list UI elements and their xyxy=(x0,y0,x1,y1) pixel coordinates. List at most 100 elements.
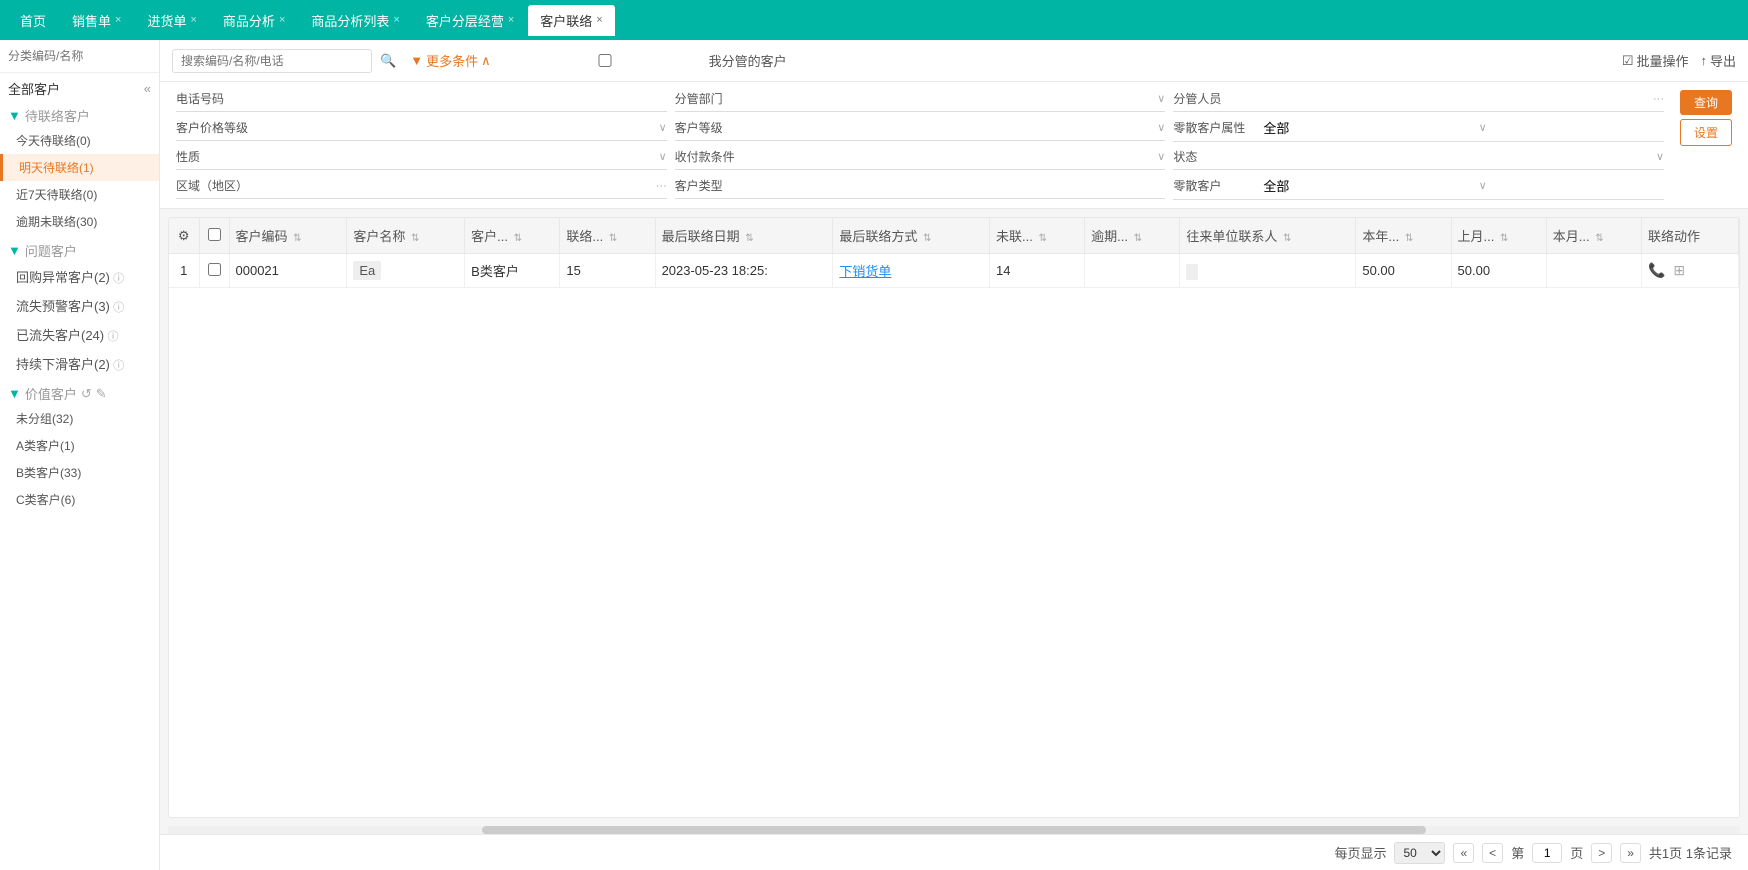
next-page-btn[interactable]: > xyxy=(1591,843,1612,863)
region-more-icon[interactable]: ··· xyxy=(656,180,667,192)
scrollbar-thumb[interactable] xyxy=(482,826,1425,834)
sidebar-item-week[interactable]: 近7天待联络(0) xyxy=(0,181,159,208)
close-customer-tier-icon[interactable]: × xyxy=(508,14,514,26)
sort-contacts-person-icon: ⇅ xyxy=(1283,233,1291,244)
filter-scattered-attr-input[interactable] xyxy=(1295,121,1472,135)
col-action: 联络动作 xyxy=(1641,218,1738,254)
col-last-method[interactable]: 最后联络方式 ⇅ xyxy=(833,218,990,254)
filter-scattered-attr-value: 全部 xyxy=(1263,118,1289,137)
col-overdue[interactable]: 逾期... ⇅ xyxy=(1085,218,1180,254)
value-customers-group: ▼ 价值客户 ↺ ✎ xyxy=(0,378,159,405)
sidebar-item-class-c[interactable]: C类客户(6) xyxy=(0,486,159,513)
total-info: 共1页 1条记录 xyxy=(1649,843,1732,862)
payment-dropdown-icon[interactable]: ∨ xyxy=(1157,150,1165,163)
setting-button[interactable]: 设置 xyxy=(1680,119,1732,146)
close-sales-icon[interactable]: × xyxy=(115,14,121,26)
dept-dropdown-icon[interactable]: ∨ xyxy=(1157,92,1165,105)
sidebar-item-declining[interactable]: 持续下滑客户(2) ⓘ xyxy=(0,349,159,378)
sidebar-item-repurchase[interactable]: 回购异常客户(2) ⓘ xyxy=(0,262,159,291)
more-filter-btn[interactable]: ▼ 更多条件 ∧ xyxy=(404,47,496,74)
col-code[interactable]: 客户编码 ⇅ xyxy=(229,218,347,254)
col-this-month[interactable]: 本月... ⇅ xyxy=(1546,218,1641,254)
nav-analysis[interactable]: 商品分析 × xyxy=(211,5,297,36)
close-analysis-list-icon[interactable]: × xyxy=(393,14,399,26)
filter-payment-input[interactable] xyxy=(761,150,1152,164)
sidebar-item-overdue[interactable]: 逾期未联络(30) xyxy=(0,208,159,235)
horizontal-scrollbar[interactable] xyxy=(168,826,1740,834)
sidebar-item-class-a[interactable]: A类客户(1) xyxy=(0,432,159,459)
select-all-checkbox[interactable] xyxy=(208,228,221,241)
all-customers-section[interactable]: 全部客户 « xyxy=(0,73,159,100)
nav-customer-contact[interactable]: 客户联络 × xyxy=(528,5,614,36)
sidebar-item-tomorrow[interactable]: 明天待联络(1) xyxy=(0,154,159,181)
person-more-icon[interactable]: ··· xyxy=(1653,93,1664,105)
filter-scattered-customer-input[interactable] xyxy=(1295,179,1472,193)
filter-scattered-customer-label: 零散客户 xyxy=(1173,177,1253,194)
status-dropdown-icon[interactable]: ∨ xyxy=(1656,150,1664,163)
my-customers-checkbox[interactable] xyxy=(505,54,705,67)
edit-value-icon[interactable]: ✎ xyxy=(96,386,107,402)
prev-page-btn[interactable]: < xyxy=(1482,843,1503,863)
sidebar-item-today[interactable]: 今天待联络(0) xyxy=(0,127,159,154)
nav-analysis-list[interactable]: 商品分析列表 × xyxy=(299,5,411,36)
row-select-checkbox[interactable] xyxy=(208,263,221,276)
col-contacts-person[interactable]: 往来单位联系人 ⇅ xyxy=(1180,218,1356,254)
close-analysis-icon[interactable]: × xyxy=(279,14,285,26)
price-level-dropdown-icon[interactable]: ∨ xyxy=(659,121,667,134)
page-input[interactable] xyxy=(1532,843,1562,863)
filter-person-input[interactable] xyxy=(1259,92,1647,106)
toolbar-search-icon[interactable]: 🔍 xyxy=(380,53,396,69)
filter-dept-input[interactable] xyxy=(761,92,1152,106)
customer-level-dropdown-icon[interactable]: ∨ xyxy=(1157,121,1165,134)
nature-dropdown-icon[interactable]: ∨ xyxy=(659,150,667,163)
close-customer-contact-icon[interactable]: × xyxy=(596,14,602,26)
filter-nature-input[interactable] xyxy=(262,150,653,164)
all-customers-collapse-icon[interactable]: « xyxy=(144,81,151,96)
filter-phone-input[interactable] xyxy=(262,92,667,106)
col-last-month[interactable]: 上月... ⇅ xyxy=(1451,218,1546,254)
filter-status-input[interactable] xyxy=(1259,150,1650,164)
sidebar-search-input[interactable] xyxy=(8,49,160,63)
col-last-date[interactable]: 最后联络日期 ⇅ xyxy=(655,218,833,254)
row-checkbox[interactable] xyxy=(199,254,229,288)
col-contacts[interactable]: 联络... ⇅ xyxy=(560,218,655,254)
sidebar-item-churn-risk[interactable]: 流失预警客户(3) ⓘ xyxy=(0,291,159,320)
col-name[interactable]: 客户名称 ⇅ xyxy=(347,218,465,254)
nav-sales[interactable]: 销售单 × xyxy=(60,5,133,36)
export-btn[interactable]: ↑ 导出 xyxy=(1700,51,1736,70)
col-gear[interactable]: ⚙ xyxy=(169,218,199,254)
scattered-attr-dropdown-icon[interactable]: ∨ xyxy=(1479,121,1487,134)
nav-customer-tier[interactable]: 客户分层经营 × xyxy=(414,5,526,36)
grid-action-icon[interactable]: ⊞ xyxy=(1673,262,1685,279)
pagination-bar: 每页显示 50 100 200 « < 第 页 > » 共1页 1条记录 xyxy=(160,834,1748,870)
last-method-link[interactable]: 下销货单 xyxy=(839,264,891,279)
first-page-btn[interactable]: « xyxy=(1453,843,1474,863)
per-page-select[interactable]: 50 100 200 xyxy=(1394,842,1445,864)
sidebar-item-class-b[interactable]: B类客户(33) xyxy=(0,459,159,486)
col-no-contact[interactable]: 未联... ⇅ xyxy=(989,218,1084,254)
col-type[interactable]: 客户... ⇅ xyxy=(465,218,560,254)
refresh-icon[interactable]: ↺ xyxy=(81,386,92,402)
top-nav: 首页 销售单 × 进货单 × 商品分析 × 商品分析列表 × 客户分层经营 × … xyxy=(0,0,1748,40)
nav-home[interactable]: 首页 xyxy=(8,5,58,36)
filter-price-level-input[interactable] xyxy=(262,121,653,135)
sidebar-item-ungrouped[interactable]: 未分组(32) xyxy=(0,405,159,432)
batch-op-btn[interactable]: ☑ 批量操作 xyxy=(1622,51,1689,70)
row-last-method[interactable]: 下销货单 xyxy=(833,254,990,288)
col-this-year[interactable]: 本年... ⇅ xyxy=(1356,218,1451,254)
search-input[interactable] xyxy=(172,49,372,73)
filter-customer-level-input[interactable] xyxy=(761,121,1152,135)
filter-region-input[interactable] xyxy=(262,179,650,193)
phone-action-icon[interactable]: 📞 xyxy=(1648,262,1665,279)
close-purchase-icon[interactable]: × xyxy=(190,14,196,26)
sort-last-month-icon: ⇅ xyxy=(1500,233,1508,244)
col-checkbox[interactable] xyxy=(199,218,229,254)
last-page-btn[interactable]: » xyxy=(1620,843,1641,863)
nav-purchase[interactable]: 进货单 × xyxy=(135,5,208,36)
scattered-customer-dropdown-icon[interactable]: ∨ xyxy=(1479,179,1487,192)
sidebar-item-churned[interactable]: 已流失客户(24) ⓘ xyxy=(0,320,159,349)
my-customers-checkbox-label[interactable]: 我分管的客户 xyxy=(505,51,787,70)
filter-customer-type-input[interactable] xyxy=(761,179,1166,193)
gear-icon[interactable]: ⚙ xyxy=(178,228,190,243)
query-button[interactable]: 查询 xyxy=(1680,90,1732,115)
